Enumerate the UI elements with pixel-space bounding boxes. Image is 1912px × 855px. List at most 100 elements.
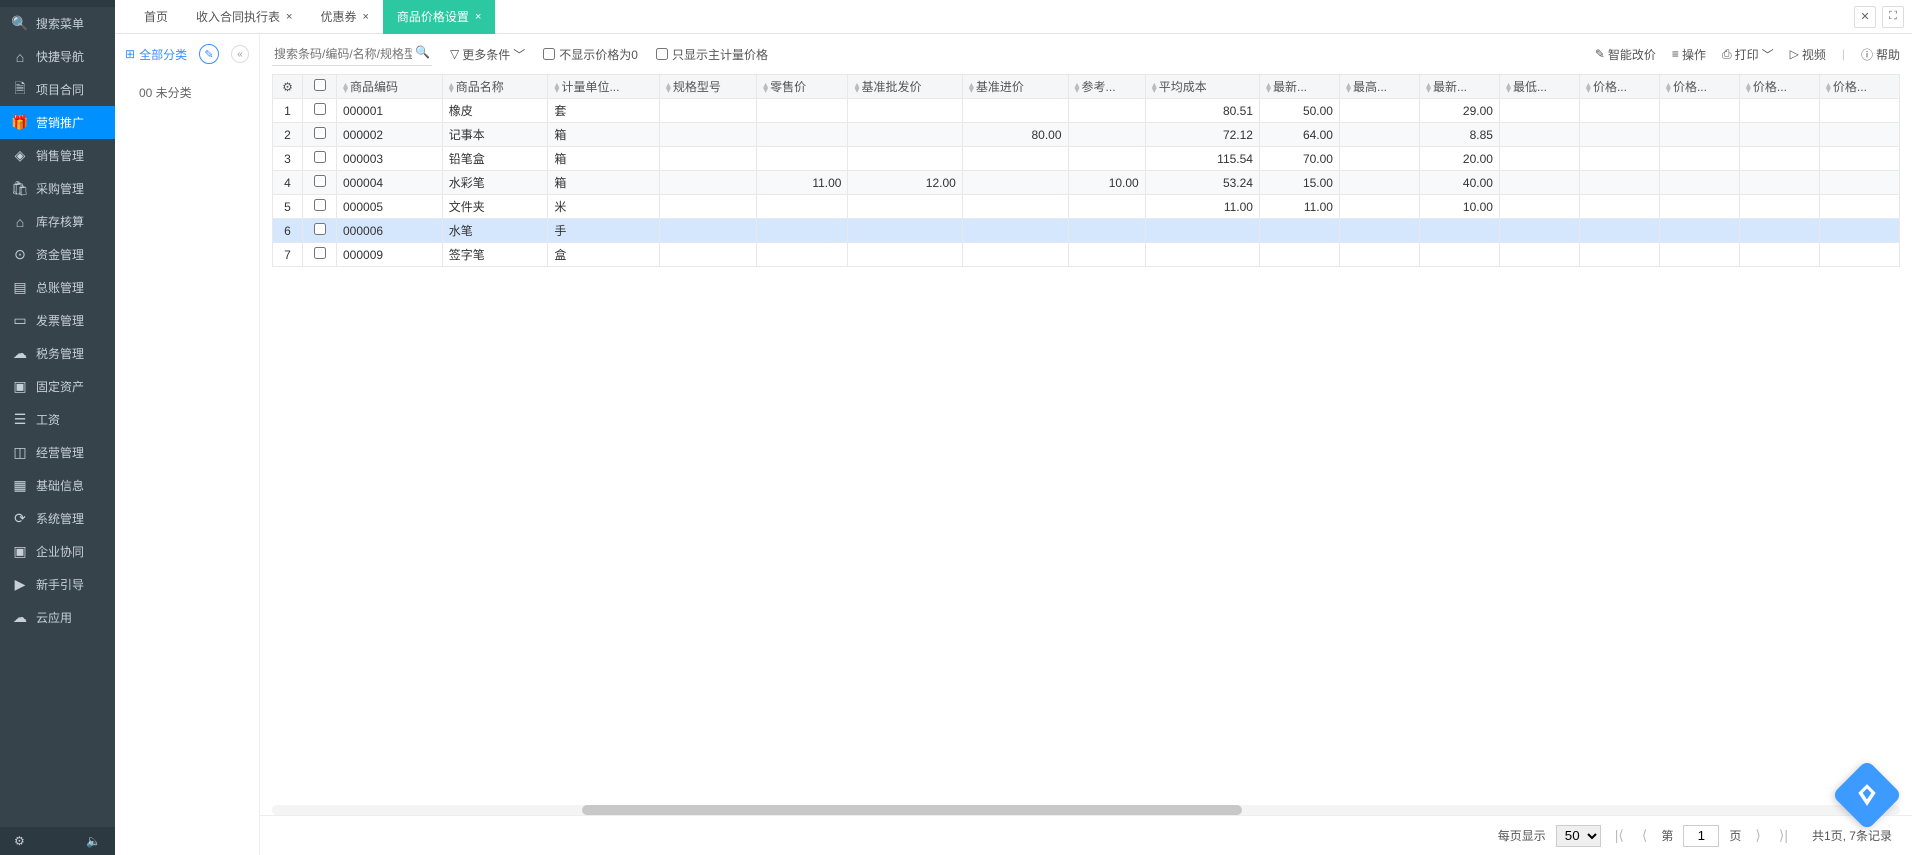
column-header[interactable]: ▴▾平均成本 <box>1145 75 1259 99</box>
settings-icon[interactable]: ⚙ <box>14 834 25 848</box>
column-header[interactable]: ▴▾最新... <box>1259 75 1339 99</box>
tab-1[interactable]: 收入合同执行表× <box>182 0 306 34</box>
table-row[interactable]: 2000002记事本箱80.0072.1264.008.85 <box>273 123 1900 147</box>
sidebar-item-8[interactable]: ▤总账管理 <box>0 271 115 304</box>
row-checkbox-cell[interactable] <box>303 195 337 219</box>
sort-icon[interactable]: ▴▾ <box>1266 83 1271 93</box>
last-page-button[interactable]: ⟩| <box>1775 827 1792 844</box>
sidebar-item-11[interactable]: ▣固定资产 <box>0 370 115 403</box>
sidebar-item-5[interactable]: 🛍采购管理 <box>0 172 115 205</box>
row-checkbox-cell[interactable] <box>303 219 337 243</box>
sidebar-item-14[interactable]: ▦基础信息 <box>0 469 115 502</box>
sort-icon[interactable]: ▴▾ <box>1075 83 1080 93</box>
sort-icon[interactable]: ▴▾ <box>1152 83 1157 93</box>
sort-icon[interactable]: ▴▾ <box>343 83 348 93</box>
row-checkbox-cell[interactable] <box>303 99 337 123</box>
sort-icon[interactable]: ▴▾ <box>969 83 974 93</box>
search-icon[interactable]: 🔍 <box>415 45 430 59</box>
category-tree-node[interactable]: 00 未分类 <box>139 84 259 101</box>
sidebar-item-18[interactable]: ☁云应用 <box>0 601 115 634</box>
row-checkbox-cell[interactable] <box>303 243 337 267</box>
fullscreen-icon[interactable]: ⛶ <box>1882 6 1904 28</box>
column-header[interactable]: ▴▾价格... <box>1659 75 1739 99</box>
gear-column-header[interactable]: ⚙ <box>273 75 303 99</box>
column-header[interactable]: ▴▾基准批发价 <box>848 75 962 99</box>
sidebar-item-10[interactable]: ☁税务管理 <box>0 337 115 370</box>
horizontal-scrollbar[interactable] <box>272 805 1900 815</box>
hide-zero-checkbox[interactable]: 不显示价格为0 <box>543 46 638 63</box>
print-button[interactable]: ⎙ 打印 ﹀ <box>1722 46 1774 63</box>
sort-icon[interactable]: ▴▾ <box>1586 83 1591 93</box>
sidebar-item-4[interactable]: ◈销售管理 <box>0 139 115 172</box>
video-button[interactable]: ▷ 视频 <box>1790 46 1826 63</box>
column-header[interactable]: ▴▾参考... <box>1068 75 1145 99</box>
search-input[interactable] <box>272 43 432 66</box>
column-header[interactable]: ▴▾价格... <box>1819 75 1899 99</box>
table-row[interactable]: 6000006水笔手 <box>273 219 1900 243</box>
column-header[interactable]: ▴▾商品编码 <box>337 75 443 99</box>
column-header[interactable]: ▴▾商品名称 <box>442 75 548 99</box>
scrollbar-thumb[interactable] <box>582 805 1242 815</box>
close-all-icon[interactable]: ✕ <box>1854 6 1876 28</box>
first-page-button[interactable]: |⟨ <box>1611 827 1628 844</box>
row-checkbox-cell[interactable] <box>303 171 337 195</box>
sidebar-item-17[interactable]: ▶新手引导 <box>0 568 115 601</box>
checkbox-column-header[interactable] <box>303 75 337 99</box>
row-checkbox-cell[interactable] <box>303 147 337 171</box>
column-header[interactable]: ▴▾规格型号 <box>659 75 756 99</box>
tab-close-icon[interactable]: × <box>362 11 368 23</box>
tab-3[interactable]: 商品价格设置× <box>383 0 495 34</box>
column-header[interactable]: ▴▾最高... <box>1339 75 1419 99</box>
tab-0[interactable]: 首页 <box>130 0 182 34</box>
operate-button[interactable]: ≡ 操作 <box>1672 46 1706 63</box>
tab-2[interactable]: 优惠券× <box>306 0 382 34</box>
sort-icon[interactable]: ▴▾ <box>763 83 768 93</box>
page-input[interactable] <box>1683 825 1719 847</box>
column-header[interactable]: ▴▾零售价 <box>757 75 848 99</box>
volume-icon[interactable]: 🔈 <box>86 834 101 848</box>
prev-page-button[interactable]: ⟨ <box>1638 827 1651 844</box>
sidebar-item-2[interactable]: 🗎项目合同 <box>0 73 115 106</box>
collapse-panel-icon[interactable]: « <box>231 45 249 63</box>
help-button[interactable]: ⓘ 帮助 <box>1861 46 1900 63</box>
column-header[interactable]: ▴▾基准进价 <box>962 75 1068 99</box>
sort-icon[interactable]: ▴▾ <box>1426 83 1431 93</box>
next-page-button[interactable]: ⟩ <box>1751 827 1764 844</box>
table-row[interactable]: 7000009签字笔盒 <box>273 243 1900 267</box>
sidebar-item-7[interactable]: ⊙资金管理 <box>0 238 115 271</box>
tab-close-icon[interactable]: × <box>475 11 481 23</box>
edit-category-icon[interactable]: ✎ <box>199 44 219 64</box>
sort-icon[interactable]: ▴▾ <box>1506 83 1511 93</box>
column-header[interactable]: ▴▾价格... <box>1739 75 1819 99</box>
sort-icon[interactable]: ▴▾ <box>854 83 859 93</box>
category-all-button[interactable]: ⊞ 全部分类 <box>125 46 187 63</box>
smart-price-button[interactable]: ✎ 智能改价 <box>1595 46 1656 63</box>
table-row[interactable]: 4000004水彩笔箱11.0012.0010.0053.2415.0040.0… <box>273 171 1900 195</box>
sort-icon[interactable]: ▴▾ <box>1346 83 1351 93</box>
table-row[interactable]: 1000001橡皮套80.5150.0029.00 <box>273 99 1900 123</box>
sidebar-item-6[interactable]: ⌂库存核算 <box>0 205 115 238</box>
sort-icon[interactable]: ▴▾ <box>1826 83 1831 93</box>
row-checkbox-cell[interactable] <box>303 123 337 147</box>
column-header[interactable]: ▴▾最低... <box>1499 75 1579 99</box>
table-row[interactable]: 3000003铅笔盒箱115.5470.0020.00 <box>273 147 1900 171</box>
table-row[interactable]: 5000005文件夹米11.0011.0010.00 <box>273 195 1900 219</box>
sidebar-item-15[interactable]: ⟳系统管理 <box>0 502 115 535</box>
sort-icon[interactable]: ▴▾ <box>1666 83 1671 93</box>
sidebar-item-12[interactable]: ☰工资 <box>0 403 115 436</box>
per-page-select[interactable]: 50 <box>1556 825 1601 847</box>
more-filters-button[interactable]: ▽ 更多条件 ﹀ <box>450 46 525 63</box>
column-header[interactable]: ▴▾最新... <box>1419 75 1499 99</box>
column-header[interactable]: ▴▾计量单位... <box>548 75 659 99</box>
sidebar-item-0[interactable]: 🔍搜索菜单 <box>0 7 115 40</box>
sidebar-item-1[interactable]: ⌂快捷导航 <box>0 40 115 73</box>
only-main-checkbox[interactable]: 只显示主计量价格 <box>656 46 768 63</box>
sidebar-item-16[interactable]: ▣企业协同 <box>0 535 115 568</box>
sort-icon[interactable]: ▴▾ <box>554 83 559 93</box>
sidebar-item-9[interactable]: ▭发票管理 <box>0 304 115 337</box>
sort-icon[interactable]: ▴▾ <box>449 83 454 93</box>
sidebar-item-13[interactable]: ◫经营管理 <box>0 436 115 469</box>
sort-icon[interactable]: ▴▾ <box>666 83 671 93</box>
tab-close-icon[interactable]: × <box>286 11 292 23</box>
column-header[interactable]: ▴▾价格... <box>1579 75 1659 99</box>
